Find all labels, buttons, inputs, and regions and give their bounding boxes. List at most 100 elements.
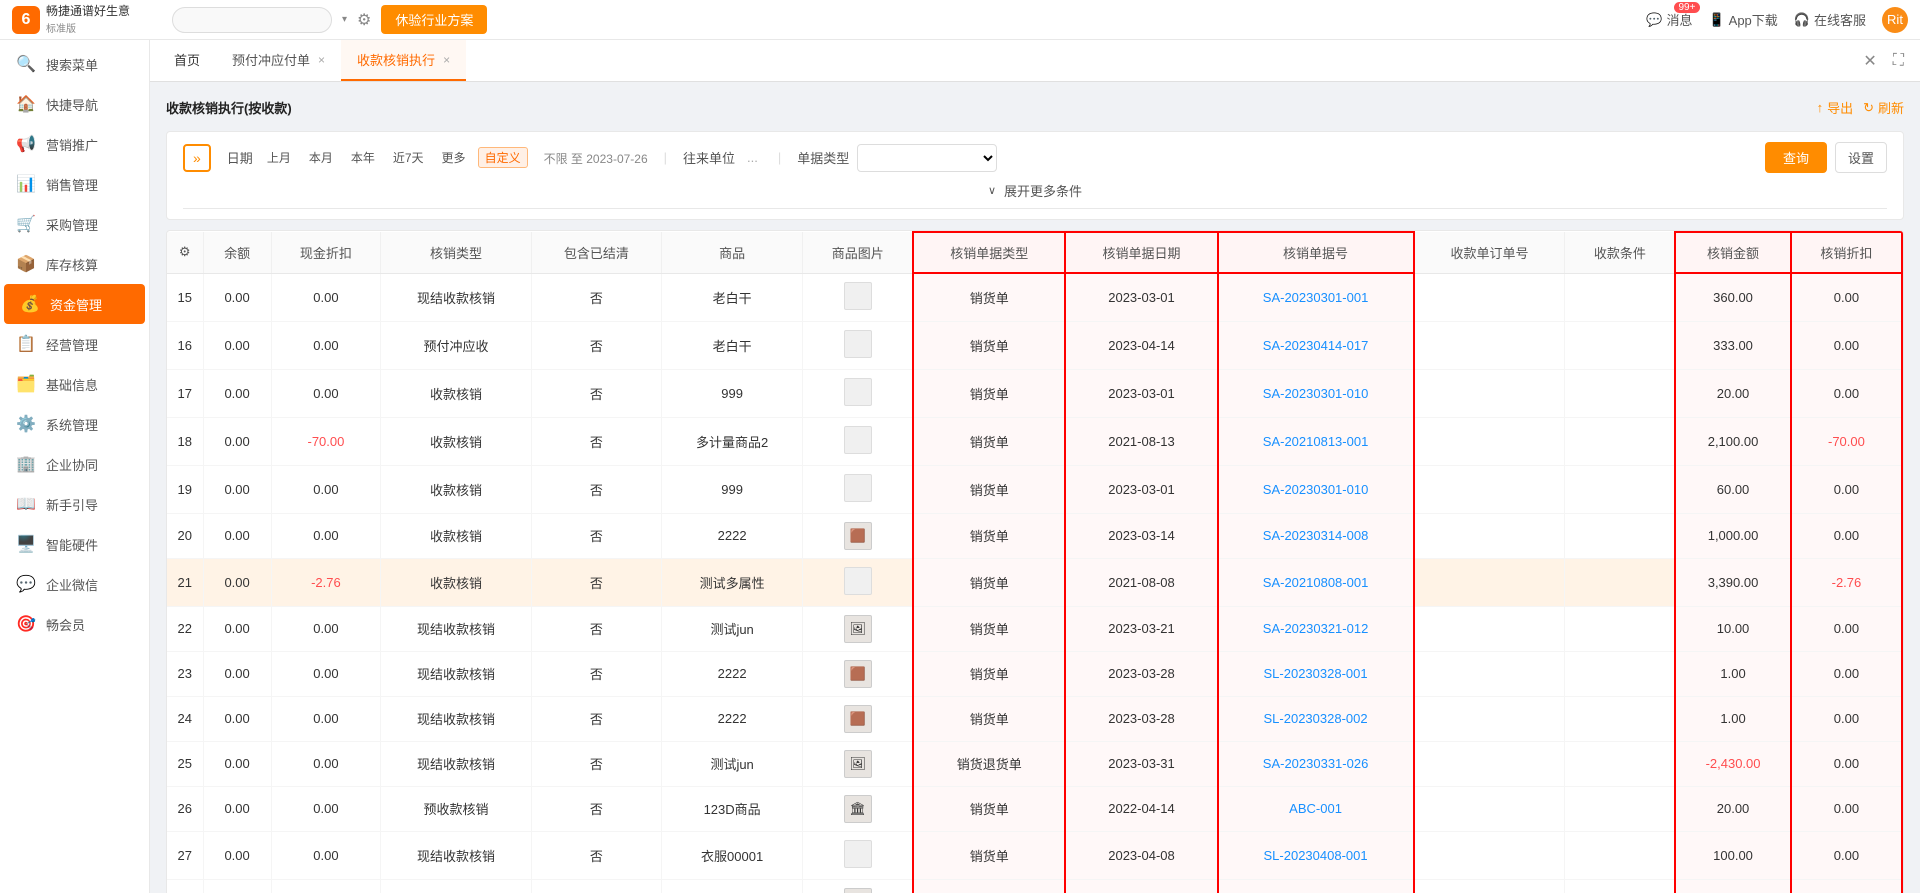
sidebar-item-member[interactable]: 🎯 畅会员 [0,604,149,644]
expand-more-button[interactable]: ∨ 展开更多条件 [988,181,1082,200]
sidebar-item-quicknav[interactable]: 🏠 快捷导航 [0,84,149,124]
top-search-input[interactable] [172,7,332,33]
cell-include-settled: 否 [531,741,661,786]
cell-goods: 老白干 [661,273,803,321]
cell-verify-type: 收款核销 [381,417,532,465]
date-option-7days[interactable]: 近7天 [387,147,430,168]
cell-balance: 0.00 [203,513,271,558]
sidebar-item-corp[interactable]: 🏢 企业协同 [0,444,149,484]
cell-verify-discount: 0.00 [1791,513,1902,558]
th-balance: 余额 [203,232,271,273]
table-scroll: ⚙ 余额 现金折扣 核销类型 包含已结清 商品 商品图片 核销单据类型 核销单据… [167,231,1903,893]
cell-row-num: 17 [167,369,203,417]
cell-balance: 0.00 [203,273,271,321]
cell-receipt-cond [1565,786,1675,831]
sidebar-item-finance[interactable]: 💰 资金管理 [4,284,145,324]
partner-dots: ... [747,150,758,165]
verify-num-link[interactable]: SA-20230414-017 [1263,338,1369,353]
cell-verify-discount: 0.00 [1791,831,1902,879]
date-option-last-month[interactable]: 上月 [261,147,297,168]
cell-row-num: 28 [167,879,203,893]
cell-verify-amount: 360.00 [1675,273,1791,321]
expand-more-row: ∨ 展开更多条件 [183,173,1887,209]
cell-receipt-order [1414,513,1565,558]
tab-collection[interactable]: 收款核销执行 × [341,40,466,81]
sidebar-item-sales[interactable]: 📊 销售管理 [0,164,149,204]
service-icon: 🎧 [1794,12,1810,28]
cell-verify-bill-type: 销货单 [913,879,1065,893]
table-row: 23 0.00 0.00 现结收款核销 否 2222 🟫 销货单 2023-03… [167,651,1902,696]
cell-include-settled: 否 [531,513,661,558]
search-dropdown-arrow[interactable]: ▾ [342,14,347,25]
cell-verify-bill-type: 销货单 [913,696,1065,741]
cell-verify-amount: 100.00 [1675,879,1791,893]
industry-solution-button[interactable]: 休验行业方案 [381,5,487,34]
tab-close-all-icon[interactable]: ✕ [1859,47,1880,75]
sidebar-item-hardware[interactable]: 🖥️ 智能硬件 [0,524,149,564]
filter-expand-left[interactable]: » [183,144,211,172]
verify-num-link[interactable]: SL-20230408-001 [1264,848,1368,863]
date-option-more[interactable]: 更多 [436,147,472,168]
tab-home-label: 首页 [174,50,200,69]
tab-prepay-close[interactable]: × [318,53,325,67]
column-gear-icon[interactable]: ⚙ [179,244,191,259]
settings-gear-icon[interactable]: ⚙ [357,10,371,30]
date-option-this-year[interactable]: 本年 [345,147,381,168]
verify-num-link[interactable]: SA-20230321-012 [1263,621,1369,636]
cell-receipt-cond [1565,606,1675,651]
cell-verify-amount: 1.00 [1675,651,1791,696]
verify-num-link[interactable]: ABC-001 [1289,801,1342,816]
export-icon: ↑ [1817,100,1824,115]
setting-button[interactable]: 设置 [1835,142,1887,173]
query-button[interactable]: 查询 [1765,142,1827,173]
sidebar-item-inventory[interactable]: 📦 库存核算 [0,244,149,284]
sidebar-item-business[interactable]: 📋 经营管理 [0,324,149,364]
cell-verify-amount: 1,000.00 [1675,513,1791,558]
online-service-area[interactable]: 🎧 在线客服 [1794,10,1866,29]
tab-collection-close[interactable]: × [443,53,450,67]
verify-num-link[interactable]: SA-20230301-010 [1263,482,1369,497]
refresh-button[interactable]: ↻ 刷新 [1863,98,1904,117]
verify-num-link[interactable]: SL-20230328-002 [1264,711,1368,726]
verify-num-link[interactable]: SA-20210813-001 [1263,434,1369,449]
tab-fullscreen-icon[interactable]: ⛶ [1889,48,1908,74]
verify-num-link[interactable]: SA-20230301-001 [1263,290,1369,305]
sidebar-item-system[interactable]: ⚙️ 系统管理 [0,404,149,444]
date-option-this-month[interactable]: 本月 [303,147,339,168]
app-sub: 标准版 [46,20,130,35]
message-icon-area[interactable]: 💬 消息 99+ [1646,10,1692,29]
app-download-area[interactable]: 📱 App下载 [1708,10,1777,29]
cell-verify-discount: 0.00 [1791,321,1902,369]
chat-icon: 💬 [1646,12,1662,28]
tab-home[interactable]: 首页 [158,40,216,81]
table-row: 26 0.00 0.00 预收款核销 否 123D商品 🏛 销货单 2022-0… [167,786,1902,831]
cell-receipt-cond [1565,879,1675,893]
tab-prepay[interactable]: 预付冲应付单 × [216,40,341,81]
sidebar-item-wechat[interactable]: 💬 企业微信 [0,564,149,604]
logo-area: 6 畅捷通谱好生意 标准版 [12,4,162,35]
sidebar-item-purchase[interactable]: 🛒 采购管理 [0,204,149,244]
cell-verify-bill-type: 销货单 [913,321,1065,369]
page-actions: ↑ 导出 ↻ 刷新 [1817,98,1904,117]
sidebar-label-hardware: 智能硬件 [46,535,98,554]
verify-num-link[interactable]: SA-20230301-010 [1263,386,1369,401]
verify-num-link[interactable]: SL-20230328-001 [1264,666,1368,681]
verify-num-link[interactable]: SA-20210808-001 [1263,575,1369,590]
export-button[interactable]: ↑ 导出 [1817,98,1854,117]
cell-cash-discount: 0.00 [271,321,380,369]
cell-verify-discount: 0.00 [1791,741,1902,786]
user-avatar[interactable]: Rit [1882,7,1908,33]
main-layout: 🔍 搜索菜单 🏠 快捷导航 📢 营销推广 📊 销售管理 🛒 采购管理 📦 [0,40,1920,893]
verify-num-link[interactable]: SA-20230314-008 [1263,528,1369,543]
sidebar-item-guide[interactable]: 📖 新手引导 [0,484,149,524]
bill-type-select[interactable] [857,144,997,172]
sidebar-item-basic[interactable]: 🗂️ 基础信息 [0,364,149,404]
verify-num-link[interactable]: SA-20230331-026 [1263,756,1369,771]
cell-receipt-order [1414,369,1565,417]
sidebar-item-marketing[interactable]: 📢 营销推广 [0,124,149,164]
date-option-custom[interactable]: 自定义 [478,147,528,168]
sidebar-item-search[interactable]: 🔍 搜索菜单 [0,44,149,84]
export-label: 导出 [1827,98,1853,117]
cell-verify-type: 现结收款核销 [381,273,532,321]
goods-image [844,840,872,868]
